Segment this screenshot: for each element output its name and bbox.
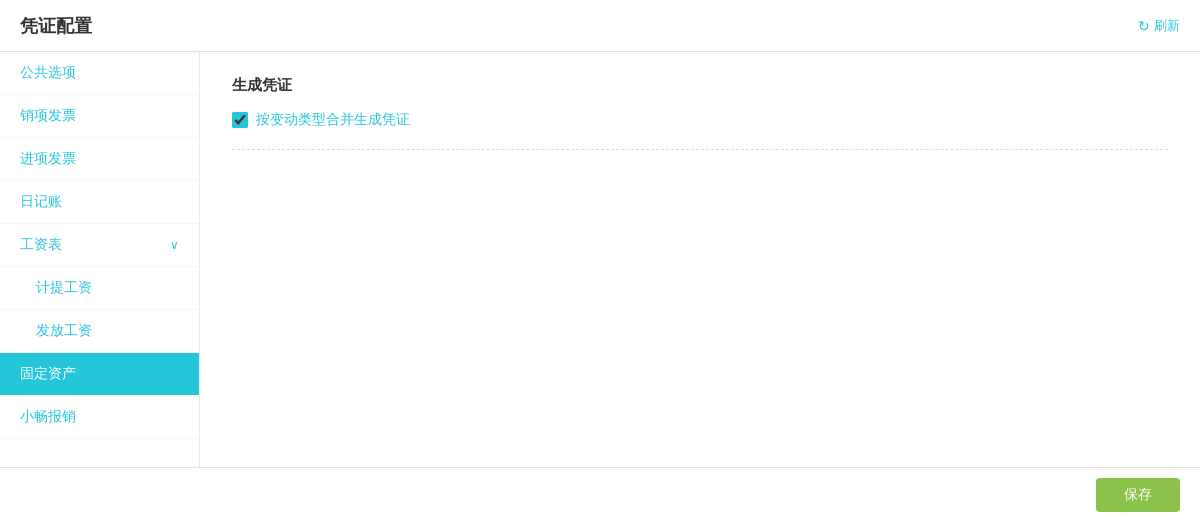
content-area: 生成凭证 按变动类型合并生成凭证 xyxy=(200,52,1200,467)
section-divider xyxy=(232,149,1168,150)
save-button[interactable]: 保存 xyxy=(1096,478,1180,512)
page-footer: 保存 xyxy=(0,467,1200,522)
main-container: 公共选项销项发票进项发票日记账工资表 ∨ 计提工资发放工资固定资产小畅报销 生成凭证… xyxy=(0,52,1200,467)
section-title: 生成凭证 xyxy=(232,76,1168,95)
sidebar-item-label: 公共选项 xyxy=(20,64,76,82)
sidebar: 公共选项销项发票进项发票日记账工资表 ∨ 计提工资发放工资固定资产小畅报销 xyxy=(0,52,200,467)
sidebar-item-label: 发放工资 xyxy=(36,322,92,340)
checkbox-row: 按变动类型合并生成凭证 xyxy=(232,111,1168,129)
page-title: 凭证配置 xyxy=(20,14,92,38)
merge-by-type-label[interactable]: 按变动类型合并生成凭证 xyxy=(256,111,410,129)
sidebar-item-accrued-salary[interactable]: 计提工资 xyxy=(0,267,199,310)
sidebar-item-public[interactable]: 公共选项 xyxy=(0,52,199,95)
sidebar-item-fixed-assets[interactable]: 固定资产 xyxy=(0,353,199,396)
sidebar-item-payroll[interactable]: 工资表 ∨ xyxy=(0,224,199,267)
page-header: 凭证配置 ↻ 刷新 xyxy=(0,0,1200,52)
sidebar-item-label: 日记账 xyxy=(20,193,62,211)
sidebar-item-purchase-invoice[interactable]: 进项发票 xyxy=(0,138,199,181)
sidebar-item-label: 进项发票 xyxy=(20,150,76,168)
sidebar-item-expense[interactable]: 小畅报销 xyxy=(0,396,199,439)
sidebar-item-pay-salary[interactable]: 发放工资 xyxy=(0,310,199,353)
sidebar-item-label: 销项发票 xyxy=(20,107,76,125)
sidebar-item-label: 固定资产 xyxy=(20,365,76,383)
sidebar-item-label: 工资表 xyxy=(20,236,62,254)
sidebar-item-label: 小畅报销 xyxy=(20,408,76,426)
sidebar-item-sales-invoice[interactable]: 销项发票 xyxy=(0,95,199,138)
merge-by-type-checkbox[interactable] xyxy=(232,112,248,128)
sidebar-item-label: 计提工资 xyxy=(36,279,92,297)
refresh-icon: ↻ xyxy=(1138,18,1150,34)
refresh-button[interactable]: ↻ 刷新 xyxy=(1138,17,1180,35)
chevron-down-icon: ∨ xyxy=(170,238,179,252)
sidebar-item-journal[interactable]: 日记账 xyxy=(0,181,199,224)
refresh-label: 刷新 xyxy=(1154,17,1180,35)
